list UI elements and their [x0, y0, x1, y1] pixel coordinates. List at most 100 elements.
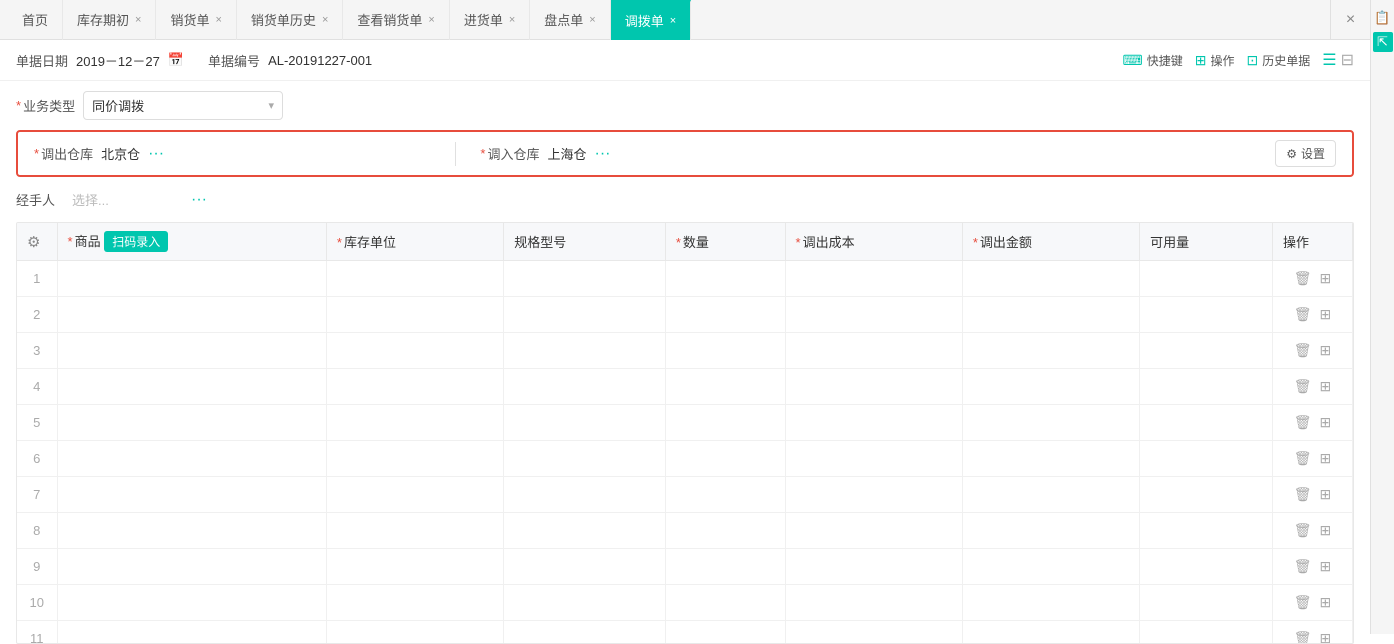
cell-cost-6[interactable] — [785, 441, 962, 477]
tab-transfer[interactable]: 调拨单 × — [611, 0, 691, 40]
cell-cost-3[interactable] — [785, 333, 962, 369]
delete-icon-8[interactable]: 🗑 — [1294, 522, 1312, 539]
person-select[interactable]: 选择... — [63, 185, 183, 214]
copy-icon-2[interactable]: ⊞ — [1320, 306, 1332, 323]
cell-unit-8[interactable] — [326, 513, 503, 549]
cell-unit-6[interactable] — [326, 441, 503, 477]
cell-qty-5[interactable] — [665, 405, 785, 441]
tab-close-sales-order[interactable]: × — [215, 14, 221, 26]
cell-unit-5[interactable] — [326, 405, 503, 441]
cell-product-6[interactable] — [57, 441, 326, 477]
shortcuts-action[interactable]: ⌨ 快捷键 — [1123, 52, 1183, 69]
cell-available-8[interactable] — [1140, 513, 1273, 549]
delete-icon-7[interactable]: 🗑 — [1294, 486, 1312, 503]
window-close-button[interactable]: × — [1330, 0, 1370, 40]
delete-icon-3[interactable]: 🗑 — [1294, 342, 1312, 359]
cell-product-1[interactable] — [57, 261, 326, 297]
business-type-select[interactable]: 同价调拨 ▾ — [83, 91, 283, 120]
cell-unit-1[interactable] — [326, 261, 503, 297]
cell-amount-4[interactable] — [962, 369, 1139, 405]
cell-spec-2[interactable] — [504, 297, 666, 333]
operations-action[interactable]: ⊞ 操作 — [1195, 52, 1235, 69]
cell-unit-11[interactable] — [326, 621, 503, 644]
cell-qty-1[interactable] — [665, 261, 785, 297]
cell-available-5[interactable] — [1140, 405, 1273, 441]
cell-cost-7[interactable] — [785, 477, 962, 513]
cell-amount-10[interactable] — [962, 585, 1139, 621]
delete-icon-6[interactable]: 🗑 — [1294, 450, 1312, 467]
cell-product-9[interactable] — [57, 549, 326, 585]
delete-icon-5[interactable]: 🗑 — [1294, 414, 1312, 431]
cell-available-7[interactable] — [1140, 477, 1273, 513]
delete-icon-10[interactable]: 🗑 — [1294, 594, 1312, 611]
tab-close-transfer[interactable]: × — [670, 15, 676, 27]
cell-qty-8[interactable] — [665, 513, 785, 549]
cell-product-11[interactable] — [57, 621, 326, 644]
cell-available-6[interactable] — [1140, 441, 1273, 477]
cell-amount-8[interactable] — [962, 513, 1139, 549]
tab-purchase[interactable]: 进货单 × — [450, 0, 530, 40]
list-view-icon[interactable]: ☰ — [1322, 50, 1336, 70]
person-more-btn[interactable]: ··· — [187, 191, 211, 209]
cell-amount-1[interactable] — [962, 261, 1139, 297]
cell-spec-1[interactable] — [504, 261, 666, 297]
cell-product-10[interactable] — [57, 585, 326, 621]
cell-available-9[interactable] — [1140, 549, 1273, 585]
delete-icon-2[interactable]: 🗑 — [1294, 306, 1312, 323]
settings-button[interactable]: ⚙ 设置 — [1275, 140, 1336, 167]
cell-unit-9[interactable] — [326, 549, 503, 585]
tab-close-purchase[interactable]: × — [509, 14, 515, 26]
cell-amount-9[interactable] — [962, 549, 1139, 585]
tab-sales-history[interactable]: 销货单历史 × — [237, 0, 343, 40]
cell-amount-6[interactable] — [962, 441, 1139, 477]
cell-cost-11[interactable] — [785, 621, 962, 644]
cell-available-3[interactable] — [1140, 333, 1273, 369]
cell-qty-6[interactable] — [665, 441, 785, 477]
cell-cost-5[interactable] — [785, 405, 962, 441]
copy-icon-4[interactable]: ⊞ — [1320, 378, 1332, 395]
scan-btn[interactable]: 扫码录入 — [104, 231, 168, 252]
copy-icon-3[interactable]: ⊞ — [1320, 342, 1332, 359]
calendar-icon[interactable]: 📅 — [168, 52, 184, 68]
tab-close-sales-history[interactable]: × — [322, 14, 328, 26]
copy-icon-7[interactable]: ⊞ — [1320, 486, 1332, 503]
cell-qty-2[interactable] — [665, 297, 785, 333]
cell-qty-4[interactable] — [665, 369, 785, 405]
cell-product-3[interactable] — [57, 333, 326, 369]
sidebar-expand-icon[interactable]: ⇱ — [1373, 32, 1393, 52]
tab-home[interactable]: 首页 — [8, 0, 63, 40]
cell-available-10[interactable] — [1140, 585, 1273, 621]
cell-spec-9[interactable] — [504, 549, 666, 585]
cell-unit-7[interactable] — [326, 477, 503, 513]
cell-unit-4[interactable] — [326, 369, 503, 405]
cell-amount-3[interactable] — [962, 333, 1139, 369]
cell-spec-10[interactable] — [504, 585, 666, 621]
cell-spec-3[interactable] — [504, 333, 666, 369]
cell-cost-10[interactable] — [785, 585, 962, 621]
cell-cost-8[interactable] — [785, 513, 962, 549]
copy-icon-5[interactable]: ⊞ — [1320, 414, 1332, 431]
cell-product-7[interactable] — [57, 477, 326, 513]
table-settings-icon[interactable]: ⚙ — [27, 234, 40, 251]
copy-icon-11[interactable]: ⊞ — [1320, 630, 1332, 643]
cell-qty-11[interactable] — [665, 621, 785, 644]
cell-cost-1[interactable] — [785, 261, 962, 297]
cell-amount-11[interactable] — [962, 621, 1139, 644]
tab-close-inventory-init[interactable]: × — [135, 14, 141, 26]
cell-available-2[interactable] — [1140, 297, 1273, 333]
tab-close-stocktake[interactable]: × — [589, 14, 595, 26]
cell-product-8[interactable] — [57, 513, 326, 549]
cell-unit-10[interactable] — [326, 585, 503, 621]
tab-inventory-init[interactable]: 库存期初 × — [63, 0, 156, 40]
tab-stocktake[interactable]: 盘点单 × — [530, 0, 610, 40]
cell-cost-4[interactable] — [785, 369, 962, 405]
cell-qty-7[interactable] — [665, 477, 785, 513]
cell-qty-3[interactable] — [665, 333, 785, 369]
copy-icon-1[interactable]: ⊞ — [1320, 270, 1332, 287]
cell-cost-9[interactable] — [785, 549, 962, 585]
delete-icon-1[interactable]: 🗑 — [1294, 270, 1312, 287]
cell-spec-8[interactable] — [504, 513, 666, 549]
cell-available-11[interactable] — [1140, 621, 1273, 644]
cell-unit-2[interactable] — [326, 297, 503, 333]
cell-unit-3[interactable] — [326, 333, 503, 369]
